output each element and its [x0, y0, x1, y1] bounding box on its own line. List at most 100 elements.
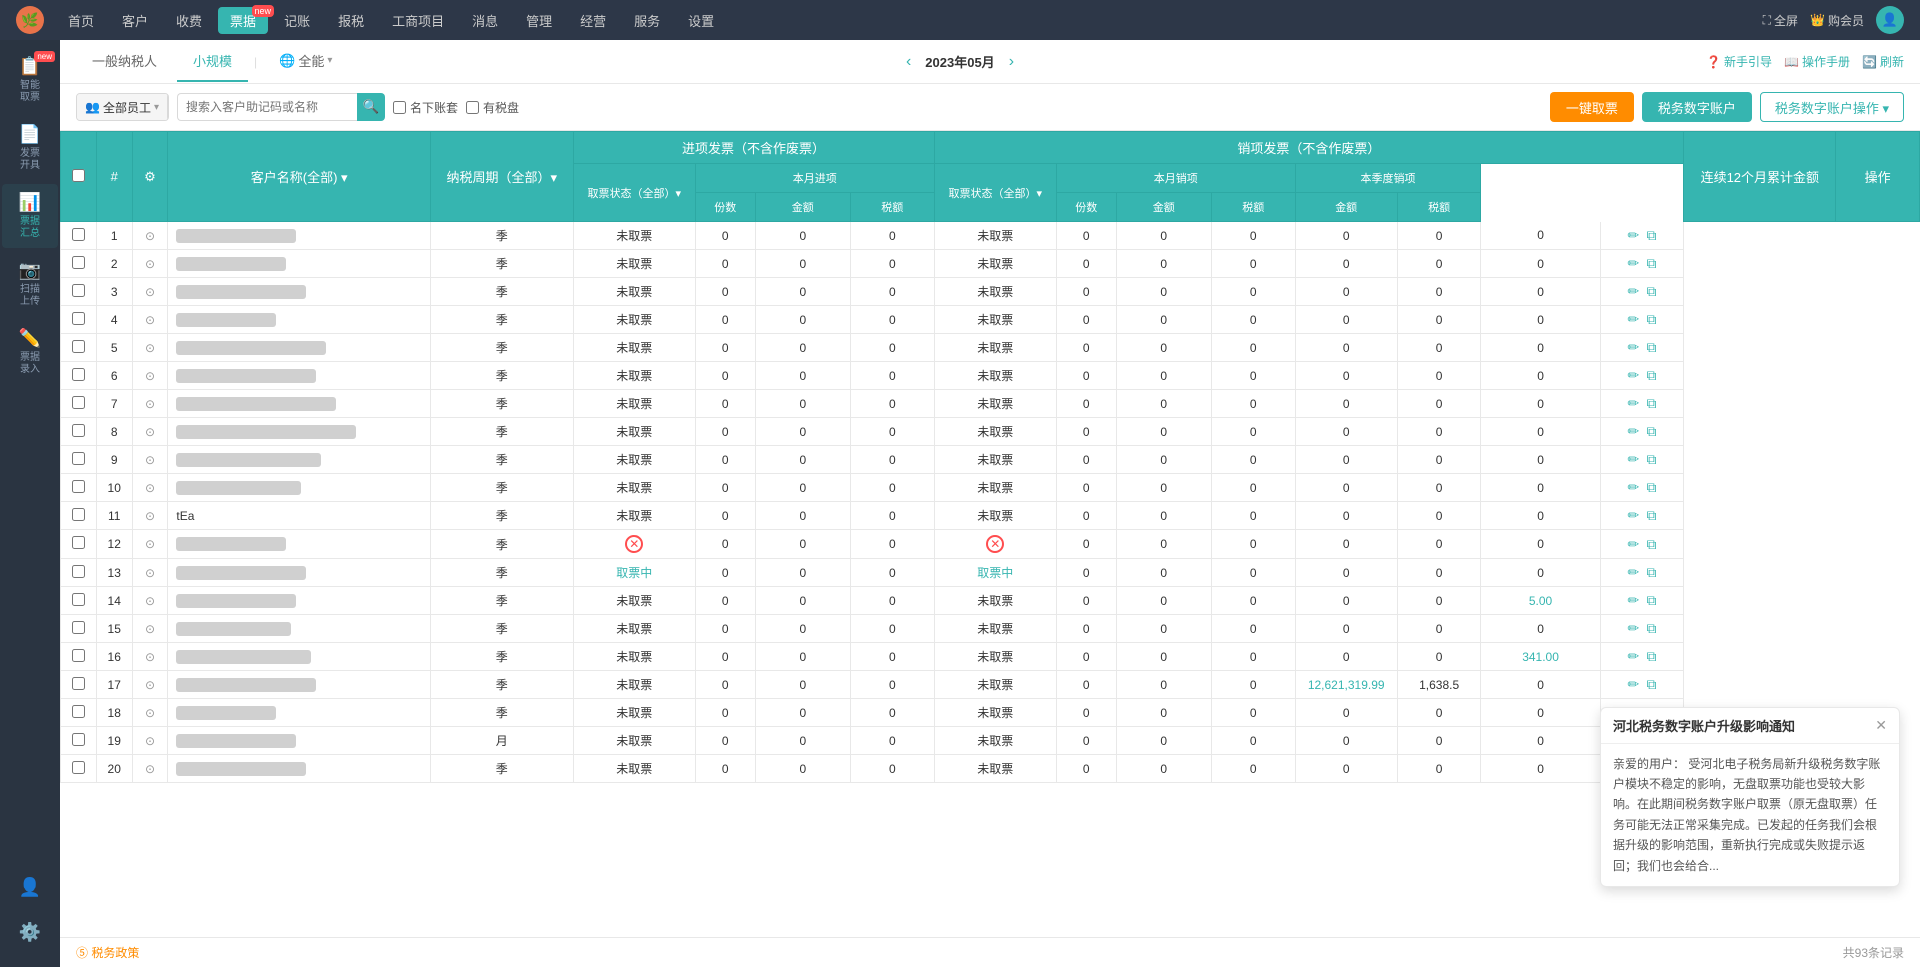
- row-checkbox[interactable]: [72, 424, 85, 437]
- row-settings[interactable]: ⊙: [132, 390, 168, 418]
- edit-icon[interactable]: ✏: [1627, 423, 1639, 439]
- row-settings[interactable]: ⊙: [132, 362, 168, 390]
- edit-icon[interactable]: ✏: [1627, 311, 1639, 327]
- nav-item-fees[interactable]: 收费: [164, 7, 214, 34]
- edit-icon[interactable]: ✏: [1627, 592, 1639, 608]
- copy-icon[interactable]: ⧉: [1647, 507, 1657, 523]
- row-checkbox[interactable]: [72, 256, 85, 269]
- nav-item-home[interactable]: 首页: [56, 7, 106, 34]
- edit-icon[interactable]: ✏: [1627, 255, 1639, 271]
- nav-item-operations[interactable]: 经营: [568, 7, 618, 34]
- edit-icon[interactable]: ✏: [1627, 451, 1639, 467]
- row-checkbox[interactable]: [72, 396, 85, 409]
- tax-digital-account-btn[interactable]: 税务数字账户: [1642, 92, 1752, 122]
- client-search-input[interactable]: [177, 93, 357, 121]
- nav-item-manage[interactable]: 管理: [514, 7, 564, 34]
- has-tax-disk-checkbox[interactable]: 有税盘: [466, 99, 519, 116]
- sidebar-item-smart-fetch[interactable]: 📋 智能取票 new: [2, 48, 58, 112]
- edit-icon[interactable]: ✏: [1627, 507, 1639, 523]
- row-checkbox[interactable]: [72, 761, 85, 774]
- row-checkbox[interactable]: [72, 733, 85, 746]
- nav-item-clients[interactable]: 客户: [110, 7, 160, 34]
- client-name-header[interactable]: 客户名称(全部) ▾: [168, 132, 431, 222]
- copy-icon[interactable]: ⧉: [1647, 648, 1657, 664]
- row-settings[interactable]: ⊙: [132, 699, 168, 727]
- sidebar-item-settings[interactable]: ⚙️: [2, 914, 58, 951]
- tab-general-taxpayer[interactable]: 一般纳税人: [76, 41, 173, 82]
- row-settings[interactable]: ⊙: [132, 502, 168, 530]
- row-checkbox[interactable]: [72, 565, 85, 578]
- edit-icon[interactable]: ✏: [1627, 367, 1639, 383]
- edit-icon[interactable]: ✏: [1627, 676, 1639, 692]
- refund-amount-value[interactable]: 12,621,319.99: [1308, 678, 1385, 692]
- row-checkbox[interactable]: [72, 284, 85, 297]
- copy-icon[interactable]: ⧉: [1647, 395, 1657, 411]
- edit-icon[interactable]: ✏: [1627, 395, 1639, 411]
- settings-header[interactable]: ⚙: [132, 132, 168, 222]
- member-btn[interactable]: 👑 购会员: [1810, 12, 1864, 29]
- row-checkbox[interactable]: [72, 536, 85, 549]
- manual-btn[interactable]: 📖 操作手册: [1784, 53, 1850, 70]
- row-checkbox[interactable]: [72, 368, 85, 381]
- row-settings[interactable]: ⊙: [132, 727, 168, 755]
- new-guide-btn[interactable]: ❓ 新手引导: [1706, 53, 1772, 70]
- row-settings[interactable]: ⊙: [132, 446, 168, 474]
- nav-item-messages[interactable]: 消息: [460, 7, 510, 34]
- edit-icon[interactable]: ✏: [1627, 479, 1639, 495]
- row-checkbox[interactable]: [72, 452, 85, 465]
- edit-icon[interactable]: ✏: [1627, 620, 1639, 636]
- copy-icon[interactable]: ⧉: [1647, 339, 1657, 355]
- sidebar-item-invoice-summary[interactable]: 📊 票据汇总: [2, 184, 58, 248]
- sidebar-item-invoice-open[interactable]: 📄 发票开具: [2, 116, 58, 180]
- row-settings[interactable]: ⊙: [132, 278, 168, 306]
- row-settings[interactable]: ⊙: [132, 615, 168, 643]
- copy-icon[interactable]: ⧉: [1647, 227, 1657, 243]
- tax-period-header[interactable]: 纳税周期（全部）▾: [430, 132, 573, 222]
- copy-icon[interactable]: ⧉: [1647, 676, 1657, 692]
- nav-item-commerce[interactable]: 工商项目: [380, 7, 456, 34]
- row-settings[interactable]: ⊙: [132, 306, 168, 334]
- sidebar-item-invoice-entry[interactable]: ✏️ 票据录入: [2, 320, 58, 384]
- nav-item-settings[interactable]: 设置: [676, 7, 726, 34]
- edit-icon[interactable]: ✏: [1627, 339, 1639, 355]
- nav-item-invoices[interactable]: 票据 new: [218, 7, 268, 34]
- row-checkbox[interactable]: [72, 228, 85, 241]
- fullscreen-btn[interactable]: ⛶ 全屏: [1763, 12, 1798, 29]
- row-settings[interactable]: ⊙: [132, 755, 168, 783]
- copy-icon[interactable]: ⧉: [1647, 536, 1657, 552]
- row-settings[interactable]: ⊙: [132, 530, 168, 559]
- search-button[interactable]: 🔍: [357, 93, 385, 121]
- prev-month-btn[interactable]: ‹: [900, 51, 917, 73]
- notif-close-btn[interactable]: ✕: [1875, 717, 1887, 734]
- row-settings[interactable]: ⊙: [132, 474, 168, 502]
- row-checkbox[interactable]: [72, 340, 85, 353]
- edit-icon[interactable]: ✏: [1627, 648, 1639, 664]
- edit-icon[interactable]: ✏: [1627, 564, 1639, 580]
- row-settings[interactable]: ⊙: [132, 250, 168, 278]
- row-checkbox[interactable]: [72, 508, 85, 521]
- row-settings[interactable]: ⊙: [132, 418, 168, 446]
- select-all-header[interactable]: [61, 132, 97, 222]
- copy-icon[interactable]: ⧉: [1647, 423, 1657, 439]
- row-settings[interactable]: ⊙: [132, 643, 168, 671]
- row-checkbox[interactable]: [72, 312, 85, 325]
- employee-select-trigger[interactable]: 👥 全部员工 ▾: [77, 94, 168, 120]
- cum-12m-value[interactable]: 341.00: [1522, 650, 1559, 664]
- edit-icon[interactable]: ✏: [1627, 227, 1639, 243]
- refresh-btn[interactable]: 🔄 刷新: [1862, 53, 1904, 70]
- nav-item-service[interactable]: 服务: [622, 7, 672, 34]
- under-account-checkbox[interactable]: 名下账套: [393, 99, 458, 116]
- copy-icon[interactable]: ⧉: [1647, 451, 1657, 467]
- tab-small-scale[interactable]: 小规模: [177, 41, 248, 82]
- row-checkbox[interactable]: [72, 621, 85, 634]
- fetch-status-in-header[interactable]: 取票状态（全部）▾: [573, 164, 695, 222]
- copy-icon[interactable]: ⧉: [1647, 255, 1657, 271]
- next-month-btn[interactable]: ›: [1003, 51, 1020, 73]
- copy-icon[interactable]: ⧉: [1647, 283, 1657, 299]
- row-settings[interactable]: ⊙: [132, 671, 168, 699]
- copy-icon[interactable]: ⧉: [1647, 367, 1657, 383]
- one-key-fetch-btn[interactable]: 一键取票: [1550, 92, 1634, 122]
- row-checkbox[interactable]: [72, 649, 85, 662]
- edit-icon[interactable]: ✏: [1627, 536, 1639, 552]
- sidebar-item-profile[interactable]: 👤: [2, 869, 58, 906]
